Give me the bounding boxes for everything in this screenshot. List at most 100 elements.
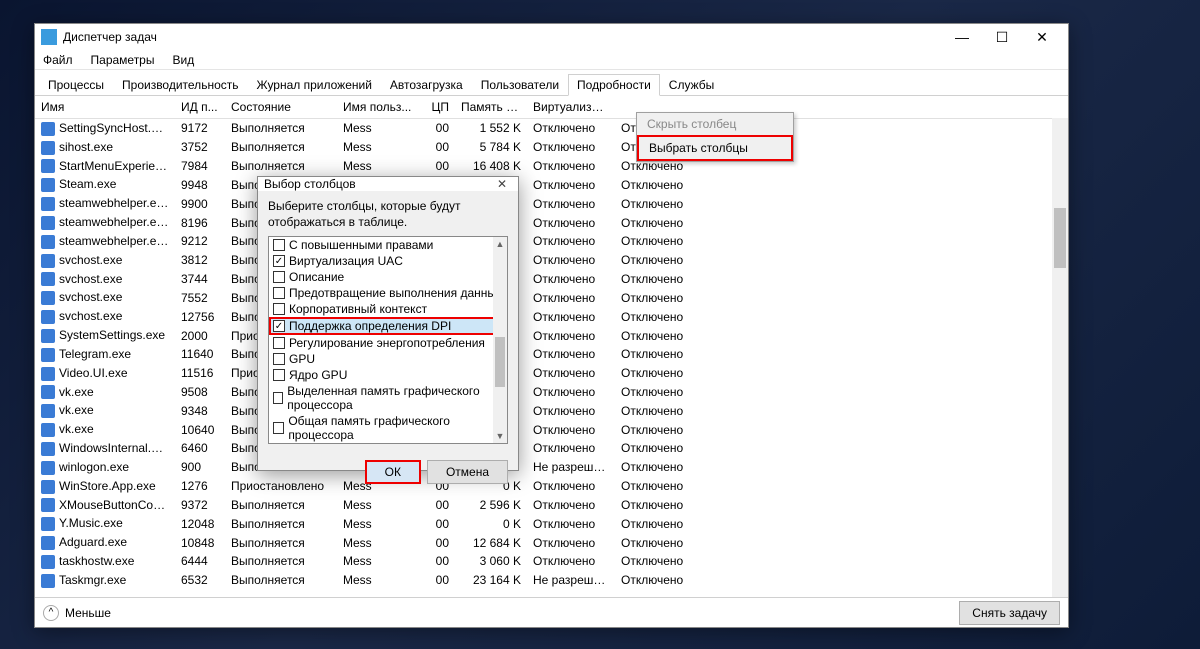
checkbox[interactable] xyxy=(273,337,285,349)
column-option[interactable]: Ядро GPU xyxy=(269,367,507,383)
columns-list: С повышенными правами✓Виртуализация UACО… xyxy=(268,236,508,444)
dialog-description: Выберите столбцы, которые будут отобража… xyxy=(268,199,508,230)
table-row[interactable]: vk.exe9508ВыполОтключеноОтключено xyxy=(35,383,1068,402)
column-option[interactable]: Выделенная память графического процессор… xyxy=(269,383,507,413)
menubar: Файл Параметры Вид xyxy=(35,50,1068,70)
checkbox[interactable] xyxy=(273,369,285,381)
process-icon xyxy=(41,272,55,286)
table-row[interactable]: SettingSyncHost.exe9172ВыполняетсяMess00… xyxy=(35,119,1068,138)
table-row[interactable]: vk.exe10640ВыполОтключеноОтключено xyxy=(35,420,1068,439)
process-icon xyxy=(41,367,55,381)
maximize-button[interactable]: ☐ xyxy=(982,24,1022,50)
table-row[interactable]: WinStore.App.exe1276ПриостановленоMess00… xyxy=(35,477,1068,496)
checkbox[interactable] xyxy=(273,392,283,404)
checkbox[interactable] xyxy=(273,287,285,299)
table-row[interactable]: Adguard.exe10848ВыполняетсяMess0012 684 … xyxy=(35,533,1068,552)
tab-2[interactable]: Журнал приложений xyxy=(248,74,381,96)
process-icon xyxy=(41,480,55,494)
table-row[interactable]: Telegram.exe11640ВыполОтключеноОтключено xyxy=(35,345,1068,364)
checkbox[interactable] xyxy=(273,271,285,283)
table-row[interactable]: SystemSettings.exe2000ПриоОтключеноОтклю… xyxy=(35,326,1068,345)
table-row[interactable]: Taskmgr.exe6532ВыполняетсяMess0023 164 K… xyxy=(35,571,1068,590)
table-row[interactable]: taskhostw.exe6444ВыполняетсяMess003 060 … xyxy=(35,552,1068,571)
content-area: Имя ИД п... Состояние Имя польз... ЦП Па… xyxy=(35,96,1068,597)
scrollbar[interactable] xyxy=(1052,118,1068,597)
column-option[interactable]: Общая память графического процессора xyxy=(269,413,507,443)
checkbox[interactable] xyxy=(273,353,285,365)
table-row[interactable]: steamwebhelper.exe8196ВыполОтключеноОткл… xyxy=(35,213,1068,232)
tab-5[interactable]: Подробности xyxy=(568,74,660,96)
process-icon xyxy=(41,216,55,230)
dialog-scrollbar[interactable]: ▲ ▼ xyxy=(493,237,507,443)
column-option[interactable]: Описание xyxy=(269,269,507,285)
minimize-button[interactable]: — xyxy=(942,24,982,50)
table-row[interactable]: steamwebhelper.exe9212ВыполОтключеноОткл… xyxy=(35,232,1068,251)
cancel-button[interactable]: Отмена xyxy=(427,460,508,484)
scrollbar-thumb[interactable] xyxy=(1054,208,1066,268)
column-option[interactable]: Предотвращение выполнения данных xyxy=(269,285,507,301)
checkbox[interactable]: ✓ xyxy=(273,255,285,267)
menu-file[interactable]: Файл xyxy=(39,51,77,69)
tab-3[interactable]: Автозагрузка xyxy=(381,74,472,96)
table-row[interactable]: vk.exe9348ВыполОтключеноОтключено xyxy=(35,401,1068,420)
dialog-title: Выбор столбцов xyxy=(264,177,356,191)
tab-6[interactable]: Службы xyxy=(660,74,723,96)
table-row[interactable]: StartMenuExperienc...7984ВыполняетсяMess… xyxy=(35,157,1068,176)
table-row[interactable]: steamwebhelper.exe9900ВыполОтключеноОткл… xyxy=(35,194,1068,213)
table-row[interactable]: sihost.exe3752ВыполняетсяMess005 784 KОт… xyxy=(35,138,1068,157)
menu-params[interactable]: Параметры xyxy=(87,51,159,69)
titlebar[interactable]: Диспетчер задач — ☐ ✕ xyxy=(35,24,1068,50)
process-icon xyxy=(41,498,55,512)
end-task-button[interactable]: Снять задачу xyxy=(959,601,1060,625)
menu-view[interactable]: Вид xyxy=(168,51,198,69)
process-icon xyxy=(41,385,55,399)
header-name[interactable]: Имя xyxy=(35,96,175,119)
tab-0[interactable]: Процессы xyxy=(39,74,113,96)
ok-button[interactable]: ОК xyxy=(365,460,421,484)
checkbox[interactable] xyxy=(273,422,284,434)
column-option[interactable]: Регулирование энергопотребления xyxy=(269,335,507,351)
tab-4[interactable]: Пользователи xyxy=(472,74,568,96)
table-row[interactable]: winlogon.exe900ВыполняетсяНе разрешеноОт… xyxy=(35,458,1068,477)
process-icon xyxy=(41,442,55,456)
table-row[interactable]: svchost.exe3812ВыполОтключеноОтключено xyxy=(35,251,1068,270)
scroll-down-icon[interactable]: ▼ xyxy=(493,429,507,443)
column-option[interactable]: GPU xyxy=(269,351,507,367)
option-label: Корпоративный контекст xyxy=(289,302,427,316)
checkbox[interactable] xyxy=(273,303,285,315)
header-user[interactable]: Имя польз... xyxy=(337,96,419,119)
scroll-up-icon[interactable]: ▲ xyxy=(493,237,507,251)
tab-1[interactable]: Производительность xyxy=(113,74,247,96)
dialog-titlebar[interactable]: Выбор столбцов ✕ xyxy=(258,177,518,191)
table-row[interactable]: Y.Music.exe12048ВыполняетсяMess000 KОткл… xyxy=(35,514,1068,533)
table-row[interactable]: WindowsInternal.Co...6460ВыполняетсяОткл… xyxy=(35,439,1068,458)
column-option[interactable]: ✓Поддержка определения DPI xyxy=(269,317,507,335)
dialog-close-icon[interactable]: ✕ xyxy=(492,177,512,191)
table-row[interactable]: Video.UI.exe11516ПриоОтключеноОтключено xyxy=(35,364,1068,383)
table-row[interactable]: XMouseButtonContro...9372ВыполняетсяMess… xyxy=(35,496,1068,515)
checkbox[interactable] xyxy=(273,239,285,251)
process-icon xyxy=(41,178,55,192)
option-label: Ядро GPU xyxy=(289,368,347,382)
table-row[interactable]: svchost.exe7552ВыполОтключеноОтключено xyxy=(35,288,1068,307)
checkbox[interactable]: ✓ xyxy=(273,320,285,332)
header-mem[interactable]: Память (ак... xyxy=(455,96,527,119)
ctx-hide-column[interactable]: Скрыть столбец xyxy=(637,113,793,135)
table-row[interactable]: svchost.exe12756ВыполОтключеноОтключено xyxy=(35,307,1068,326)
header-status[interactable]: Состояние xyxy=(225,96,337,119)
header-virt[interactable]: Виртуализаци... xyxy=(527,96,615,119)
close-button[interactable]: ✕ xyxy=(1022,24,1062,50)
table-row[interactable]: svchost.exe3744ВыполОтключеноОтключено xyxy=(35,270,1068,289)
less-button[interactable]: ^ Меньше xyxy=(43,605,111,621)
header-cpu[interactable]: ЦП xyxy=(419,96,455,119)
header-pid[interactable]: ИД п... xyxy=(175,96,225,119)
option-label: Виртуализация UAC xyxy=(289,254,403,268)
column-option[interactable]: С повышенными правами xyxy=(269,237,507,253)
column-option[interactable]: Корпоративный контекст xyxy=(269,301,507,317)
ctx-choose-columns[interactable]: Выбрать столбцы xyxy=(637,135,793,161)
process-icon xyxy=(41,254,55,268)
process-icon xyxy=(41,574,55,588)
table-row[interactable]: Steam.exe9948ВыполОтключеноОтключено xyxy=(35,175,1068,194)
column-option[interactable]: ✓ Виртуализация UAC xyxy=(269,253,507,269)
dialog-scrollbar-thumb[interactable] xyxy=(495,337,505,387)
